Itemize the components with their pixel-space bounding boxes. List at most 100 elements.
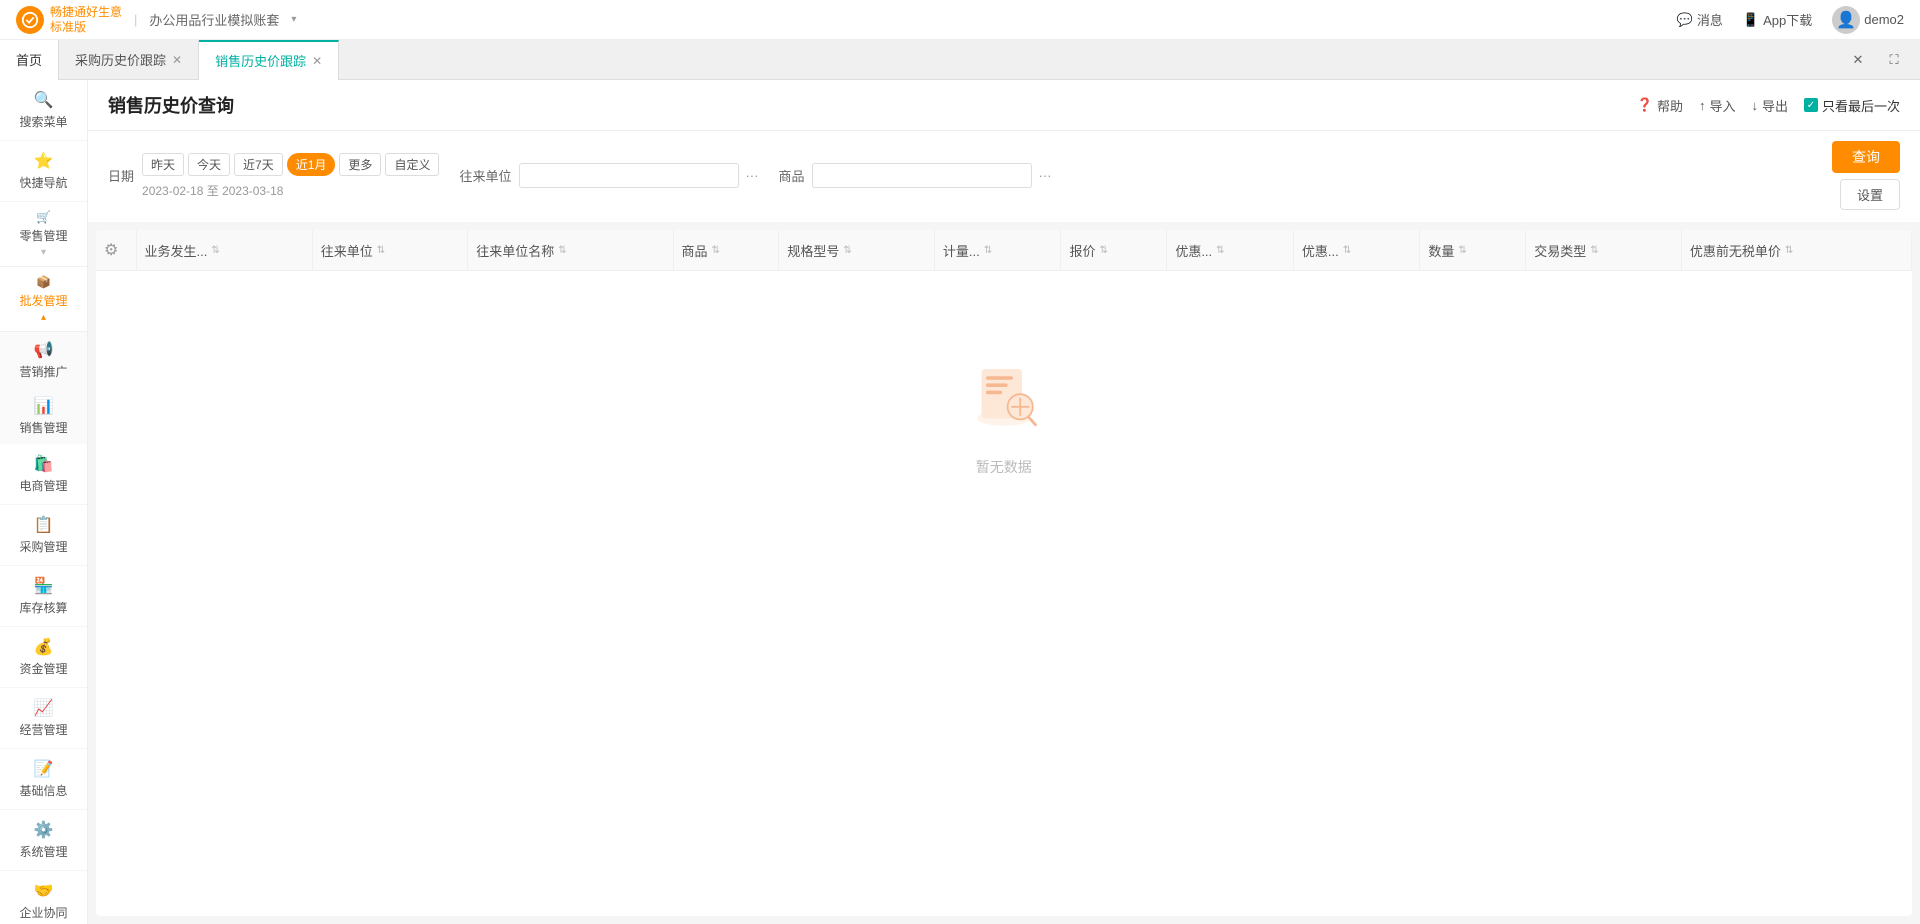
th-trade-type-label: 交易类型: [1534, 241, 1586, 260]
tab-purchase[interactable]: 采购历史价跟踪 ✕: [59, 40, 199, 80]
sidebar-item-operations[interactable]: 📈 经营管理: [0, 688, 87, 749]
marketing-icon: 📢: [34, 340, 54, 360]
basic-info-icon: 📝: [34, 759, 54, 779]
product-input[interactable]: [812, 163, 1032, 188]
sidebar-label-marketing: 营销推广: [19, 363, 67, 380]
th-partner-code-label: 往来单位: [321, 241, 373, 260]
date-btn-7days[interactable]: 近7天: [234, 153, 283, 176]
th-gear[interactable]: ⚙: [96, 230, 136, 271]
date-buttons: 昨天 今天 近7天 近1月 更多 自定义: [142, 153, 439, 176]
sidebar-label-wholesale: 批发管理: [19, 292, 67, 309]
date-btn-today[interactable]: 今天: [188, 153, 230, 176]
product-search-icon[interactable]: ···: [1038, 168, 1051, 183]
data-table: ⚙ 业务发生... ⇅ 往来单位 ⇅: [96, 230, 1912, 557]
sidebar: 🔍 搜索菜单 ⭐ 快捷导航 🛒 零售管理 ▾ 📦 批发管理 ▴ 📢 营销推广 📊…: [0, 80, 88, 924]
th-unit-label: 计量...: [943, 241, 980, 260]
import-icon: ↑: [1699, 98, 1706, 113]
app-download-button[interactable]: 📱 App下载: [1743, 10, 1812, 29]
date-btn-yesterday[interactable]: 昨天: [142, 153, 184, 176]
th-pretax-price[interactable]: 优惠前无税单价 ⇅: [1681, 230, 1911, 271]
th-partner-code[interactable]: 往来单位 ⇅: [312, 230, 468, 271]
user-avatar-button[interactable]: 👤 demo2: [1832, 6, 1904, 34]
sidebar-label-search: 搜索菜单: [19, 113, 67, 130]
sidebar-label-purchase-mgmt: 采购管理: [19, 538, 67, 555]
tab-close-all-button[interactable]: ✕: [1844, 46, 1872, 74]
help-icon: ❓: [1637, 97, 1653, 113]
date-btn-custom[interactable]: 自定义: [385, 153, 439, 176]
product-label: 商品: [778, 166, 804, 185]
sidebar-item-wholesale[interactable]: 📦 批发管理 ▴: [0, 267, 87, 332]
settings-button[interactable]: 设置: [1840, 179, 1900, 210]
wholesale-icon: 📦: [36, 275, 51, 289]
app-dropdown-icon[interactable]: ▾: [291, 14, 296, 25]
th-discount2[interactable]: 优惠... ⇅: [1293, 230, 1420, 271]
purchase-tab-close-icon[interactable]: ✕: [172, 53, 182, 67]
sidebar-item-system[interactable]: ⚙️ 系统管理: [0, 810, 87, 871]
sidebar-item-shortcut[interactable]: ⭐ 快捷导航: [0, 141, 87, 202]
ecommerce-icon: 🛍️: [34, 454, 54, 474]
date-btn-1month[interactable]: 近1月: [287, 153, 336, 176]
sidebar-item-retail[interactable]: 🛒 零售管理 ▾: [0, 202, 87, 267]
app-title: 办公用品行业模拟账套: [149, 10, 279, 29]
th-unit[interactable]: 计量... ⇅: [934, 230, 1061, 271]
sort-icon-discount2: ⇅: [1343, 245, 1351, 256]
only-last-checkbox[interactable]: 只看最后一次: [1804, 96, 1900, 115]
sidebar-item-ecommerce[interactable]: 🛍️ 电商管理: [0, 444, 87, 505]
avatar: 👤: [1832, 6, 1860, 34]
sort-icon-product: ⇅: [712, 245, 720, 256]
sidebar-item-finance[interactable]: 💰 资金管理: [0, 627, 87, 688]
th-spec[interactable]: 规格型号 ⇅: [779, 230, 935, 271]
checkbox-icon: [1804, 98, 1818, 112]
partner-search-icon[interactable]: ···: [745, 168, 758, 183]
tabbar: 首页 采购历史价跟踪 ✕ 销售历史价跟踪 ✕ ✕ ⛶: [0, 40, 1920, 80]
th-trade-type[interactable]: 交易类型 ⇅: [1526, 230, 1682, 271]
sidebar-label-retail: 零售管理: [19, 227, 67, 244]
query-button[interactable]: 查询: [1832, 141, 1900, 173]
search-icon: 🔍: [34, 90, 54, 110]
cooperation-icon: 🤝: [34, 881, 54, 901]
sidebar-item-purchase-mgmt[interactable]: 📋 采购管理: [0, 505, 87, 566]
sidebar-item-sales-mgmt[interactable]: 📊 销售管理: [0, 388, 87, 444]
sort-icon-spec: ⇅: [843, 245, 851, 256]
empty-state-text: 暂无数据: [976, 457, 1032, 477]
date-label: 日期: [108, 166, 134, 185]
table-empty-row: 暂无数据: [96, 271, 1912, 558]
tab-sales[interactable]: 销售历史价跟踪 ✕: [199, 40, 339, 80]
th-quote[interactable]: 报价 ⇅: [1061, 230, 1167, 271]
sales-tab-close-icon[interactable]: ✕: [312, 54, 322, 68]
download-icon: 📱: [1743, 12, 1759, 28]
date-range-display: 2023-02-18 至 2023-03-18: [142, 182, 439, 199]
sidebar-label-sales-mgmt: 销售管理: [19, 419, 67, 436]
operations-icon: 📈: [34, 698, 54, 718]
th-qty[interactable]: 数量 ⇅: [1420, 230, 1526, 271]
empty-state-icon: [959, 351, 1049, 441]
sort-icon-quote: ⇅: [1099, 245, 1107, 256]
th-discount1[interactable]: 优惠... ⇅: [1167, 230, 1294, 271]
main-layout: 🔍 搜索菜单 ⭐ 快捷导航 🛒 零售管理 ▾ 📦 批发管理 ▴ 📢 营销推广 📊…: [0, 80, 1920, 924]
table-header-row: ⚙ 业务发生... ⇅ 往来单位 ⇅: [96, 230, 1912, 271]
th-product[interactable]: 商品 ⇅: [673, 230, 779, 271]
sidebar-label-operations: 经营管理: [19, 721, 67, 738]
sidebar-item-basic-info[interactable]: 📝 基础信息: [0, 749, 87, 810]
sidebar-item-cooperation[interactable]: 🤝 企业协同: [0, 871, 87, 924]
message-button[interactable]: 💬 消息: [1677, 10, 1723, 29]
date-btn-more[interactable]: 更多: [339, 153, 381, 176]
tab-home[interactable]: 首页: [0, 40, 59, 80]
table-body: 暂无数据: [96, 271, 1912, 558]
import-button[interactable]: ↑ 导入: [1699, 96, 1736, 115]
help-button[interactable]: ❓ 帮助: [1637, 96, 1683, 115]
sidebar-label-system: 系统管理: [19, 843, 67, 860]
th-biz-date[interactable]: 业务发生... ⇅: [136, 230, 312, 271]
sidebar-item-inventory[interactable]: 🏪 库存核算: [0, 566, 87, 627]
page-title: 销售历史价查询: [108, 92, 234, 118]
partner-filter-group: 往来单位 ···: [459, 163, 758, 188]
sidebar-item-search[interactable]: 🔍 搜索菜单: [0, 80, 87, 141]
partner-input[interactable]: [519, 163, 739, 188]
export-button[interactable]: ↓ 导出: [1751, 96, 1788, 115]
column-settings-icon[interactable]: ⚙: [104, 242, 118, 259]
sidebar-label-ecommerce: 电商管理: [19, 477, 67, 494]
tab-maximize-button[interactable]: ⛶: [1880, 46, 1908, 74]
th-partner-name[interactable]: 往来单位名称 ⇅: [468, 230, 673, 271]
shortcut-icon: ⭐: [34, 151, 54, 171]
sidebar-item-marketing[interactable]: 📢 营销推广: [0, 332, 87, 388]
